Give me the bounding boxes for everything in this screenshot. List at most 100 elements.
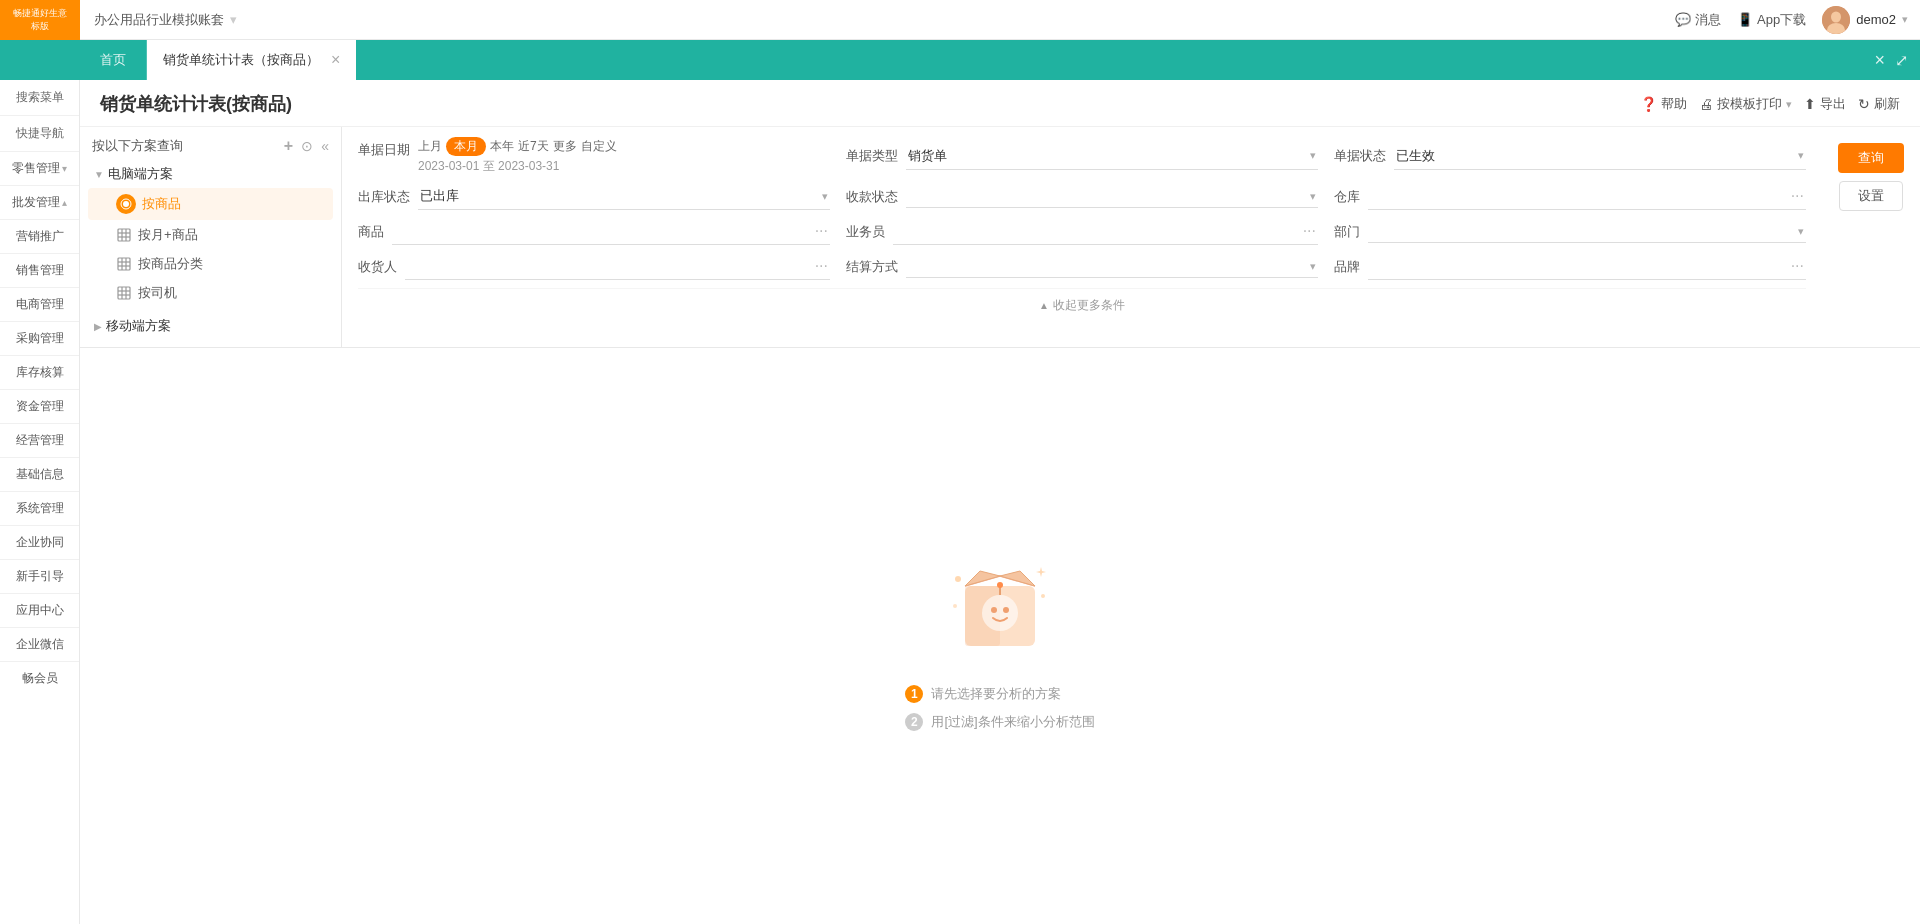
scheme-by-product[interactable]: 按商品 [88, 188, 333, 220]
scheme-by-month-product-label: 按月+商品 [138, 226, 198, 244]
inventory-nav-item[interactable]: 库存核算 [0, 356, 79, 390]
recipient-dots[interactable]: ··· [815, 257, 828, 275]
svg-rect-15 [118, 287, 130, 299]
enterprise-nav-item[interactable]: 企业协同 [0, 526, 79, 560]
payment-status-select[interactable]: ▾ [906, 186, 1318, 208]
ecommerce-nav-item[interactable]: 电商管理 [0, 288, 79, 322]
order-status-value: 已生效 [1396, 147, 1435, 165]
warehouse-dots[interactable]: ··· [1791, 187, 1804, 205]
out-storage-select[interactable]: 已出库 ▾ [418, 183, 830, 210]
filter-recipient-field: 收货人 ··· [358, 253, 830, 280]
help-btn[interactable]: ❓ 帮助 [1640, 95, 1687, 113]
shortcut-last-month[interactable]: 上月 [418, 138, 442, 155]
filter-staff-field: 业务员 ··· [846, 218, 1318, 245]
query-btn[interactable]: 查询 [1838, 143, 1904, 173]
shortcut-7days[interactable]: 近7天 [518, 138, 549, 155]
page-header: 销货单统计计表(按商品) ❓ 帮助 🖨 按模板打印 ▾ ⬆ 导出 [80, 80, 1920, 127]
out-storage-label: 出库状态 [358, 188, 410, 206]
brand-label: 品牌 [1334, 258, 1360, 276]
out-storage-value: 已出库 [420, 187, 459, 205]
scheme-add-btn[interactable]: + [284, 137, 293, 155]
scheme-by-month-product[interactable]: 按月+商品 [88, 221, 333, 249]
template-print-btn[interactable]: 🖨 按模板打印 ▾ [1699, 95, 1792, 113]
settings-btn[interactable]: 设置 [1839, 181, 1903, 211]
member-nav-item[interactable]: 畅会员 [0, 662, 79, 695]
app-center-nav-item[interactable]: 应用中心 [0, 594, 79, 628]
refresh-btn[interactable]: ↻ 刷新 [1858, 95, 1900, 113]
empty-tip-1: 1 请先选择要分析的方案 [905, 685, 1094, 703]
collapse-filter-btn[interactable]: ▲ 收起更多条件 [358, 288, 1806, 320]
scheme-by-product-label: 按商品 [142, 195, 181, 213]
shortcut-custom[interactable]: 自定义 [581, 138, 617, 155]
finance-nav-item[interactable]: 资金管理 [0, 390, 79, 424]
order-status-arrow: ▾ [1798, 149, 1804, 162]
svg-point-1 [1831, 11, 1841, 22]
staff-multi-select[interactable]: ··· [893, 218, 1318, 245]
empty-state-tips: 1 请先选择要分析的方案 2 用[过滤]条件来缩小分析范围 [905, 685, 1094, 731]
basic-info-nav-item[interactable]: 基础信息 [0, 458, 79, 492]
user-menu[interactable]: demo2 ▾ [1822, 6, 1908, 34]
avatar [1822, 6, 1850, 34]
tip-2-text: 用[过滤]条件来缩小分析范围 [931, 713, 1094, 731]
retail-nav-item[interactable]: 零售管理 ▾ [0, 152, 79, 186]
procurement-nav-item[interactable]: 采购管理 [0, 322, 79, 356]
mobile-group-header[interactable]: ▶ 移动端方案 [86, 313, 335, 339]
tip-1-number: 1 [905, 685, 923, 703]
export-btn[interactable]: ⬆ 导出 [1804, 95, 1846, 113]
brand-dots[interactable]: ··· [1791, 257, 1804, 275]
svg-point-4 [123, 201, 129, 207]
product-multi-select[interactable]: ··· [392, 218, 830, 245]
scheme-collapse-btn[interactable]: « [321, 138, 329, 154]
brand-text: 畅捷通好生意 标版 [13, 7, 67, 32]
username: demo2 [1856, 12, 1896, 27]
app-download-btn[interactable]: 📱 App下载 [1737, 11, 1806, 29]
filter-payment-status-field: 收款状态 ▾ [846, 186, 1318, 208]
filter-out-storage-field: 出库状态 已出库 ▾ [358, 183, 830, 210]
staff-dots[interactable]: ··· [1303, 222, 1316, 240]
wholesale-arrow: ▴ [62, 197, 67, 208]
print-arrow: ▾ [1786, 98, 1792, 111]
settlement-select[interactable]: ▾ [906, 256, 1318, 278]
marketing-nav-item[interactable]: 营销推广 [0, 220, 79, 254]
tab-close-icon[interactable]: × [331, 51, 340, 69]
wholesale-nav-item[interactable]: 批发管理 ▴ [0, 186, 79, 220]
messages-btn[interactable]: 💬 消息 [1675, 11, 1721, 29]
svg-point-23 [991, 607, 997, 613]
shortcut-this-year[interactable]: 本年 [490, 138, 514, 155]
brand-multi-select[interactable]: ··· [1368, 253, 1806, 280]
order-type-select[interactable]: 销货单 ▾ [906, 143, 1318, 170]
scheme-settings-btn[interactable]: ⊙ [301, 138, 313, 154]
recipient-multi-select[interactable]: ··· [405, 253, 830, 280]
window-close-icon[interactable]: × [1874, 50, 1885, 71]
search-menu-item[interactable]: 搜索菜单 [0, 80, 79, 116]
print-icon: 🖨 [1699, 96, 1713, 112]
wechat-nav-item[interactable]: 企业微信 [0, 628, 79, 662]
tab-sales-stat[interactable]: 销货单统计计表（按商品） × [147, 40, 356, 80]
scheme-by-printer[interactable]: 按司机 [88, 279, 333, 307]
filter-department-field: 部门 ▾ [1334, 221, 1806, 243]
page-title: 销货单统计计表(按商品) [100, 92, 292, 116]
svg-point-22 [982, 595, 1018, 631]
message-icon: 💬 [1675, 12, 1691, 27]
warehouse-multi-select[interactable]: ··· [1368, 183, 1806, 210]
scheme-by-category[interactable]: 按商品分类 [88, 250, 333, 278]
system-nav-item[interactable]: 系统管理 [0, 492, 79, 526]
shortcut-more[interactable]: 更多 [553, 138, 577, 155]
payment-status-label: 收款状态 [846, 188, 898, 206]
order-type-arrow: ▾ [1310, 149, 1316, 162]
pc-group-header[interactable]: ▼ 电脑端方案 [86, 161, 335, 187]
filter-brand-field: 品牌 ··· [1334, 253, 1806, 280]
window-maximize-icon[interactable]: ⤢ [1895, 51, 1908, 70]
department-select[interactable]: ▾ [1368, 221, 1806, 243]
collapse-arrow-icon: ▲ [1039, 300, 1049, 311]
product-dots[interactable]: ··· [815, 222, 828, 240]
business-nav-item[interactable]: 经营管理 [0, 424, 79, 458]
tutorial-nav-item[interactable]: 新手引导 [0, 560, 79, 594]
sales-mgmt-nav-item[interactable]: 销售管理 [0, 254, 79, 288]
scheme-by-month-product-icon [116, 227, 132, 243]
tab-home[interactable]: 首页 [80, 40, 147, 80]
order-status-select[interactable]: 已生效 ▾ [1394, 143, 1806, 170]
product-label: 商品 [358, 223, 384, 241]
quick-nav-item[interactable]: 快捷导航 [0, 116, 79, 152]
shortcut-this-month[interactable]: 本月 [446, 137, 486, 156]
